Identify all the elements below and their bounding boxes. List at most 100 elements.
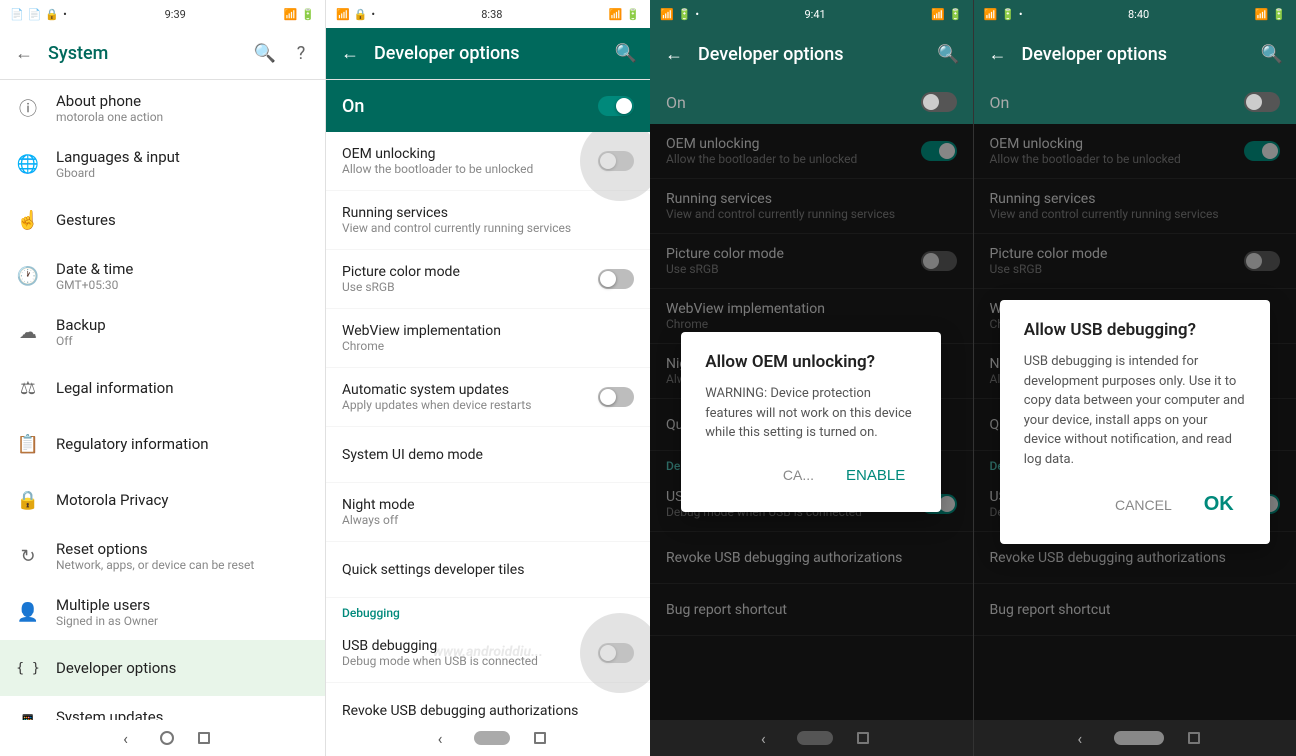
picture-color-item-2[interactable]: Picture color mode Use sRGB bbox=[326, 250, 650, 309]
sidebar-item-gestures[interactable]: ☝ Gestures bbox=[0, 192, 325, 248]
sidebar-item-privacy[interactable]: 🔒 Motorola Privacy bbox=[0, 472, 325, 528]
wifi-icon-2: 📶 bbox=[336, 8, 350, 21]
back-btn-3[interactable]: ← bbox=[662, 42, 686, 66]
home-nav-2[interactable] bbox=[474, 731, 510, 745]
notif-icons-4: 📶 🔋 • bbox=[984, 8, 1023, 21]
backup-subtitle: Off bbox=[56, 334, 309, 348]
running-title-2: Running services bbox=[342, 205, 634, 221]
developer-panel-3: 📶 🔋 • 9:41 📶 🔋 ← Developer options 🔍 On bbox=[650, 0, 973, 756]
home-nav-1[interactable] bbox=[160, 731, 174, 745]
sidebar-item-datetime[interactable]: 🕐 Date & time GMT+05:30 bbox=[0, 248, 325, 304]
back-nav-4[interactable]: ‹ bbox=[1070, 728, 1090, 748]
sidebar-item-about[interactable]: ⓘ About phone motorola one action bbox=[0, 80, 325, 136]
back-button-1[interactable]: ← bbox=[12, 42, 36, 66]
picture-toggle-2[interactable] bbox=[598, 269, 634, 289]
system-ui-item-2[interactable]: System UI demo mode bbox=[326, 427, 650, 483]
sidebar-item-developer[interactable]: { } Developer options bbox=[0, 640, 325, 696]
dev-title-4: Developer options bbox=[1022, 44, 1249, 65]
usb-debug-item-2[interactable]: USB debugging Debug mode when USB is con… bbox=[326, 624, 650, 683]
dialog-body-4: USB debugging is intended for developmen… bbox=[1024, 352, 1246, 469]
time-2: 8:38 bbox=[481, 8, 502, 21]
back-btn-2[interactable]: ← bbox=[338, 42, 362, 66]
dev-toggle-4[interactable] bbox=[1244, 92, 1280, 112]
about-icon: ⓘ bbox=[16, 96, 40, 120]
battery-icon-3: 🔋 bbox=[678, 8, 692, 21]
recents-nav-1[interactable] bbox=[198, 732, 210, 744]
oem-dialog: Allow OEM unlocking? WARNING: Device pro… bbox=[681, 332, 941, 512]
search-btn-2[interactable]: 🔍 bbox=[614, 42, 638, 66]
dot2-icon: • bbox=[371, 8, 375, 21]
dark-dev-list-4: OEM unlocking Allow the bootloader to be… bbox=[974, 124, 1296, 720]
sidebar-list: ⓘ About phone motorola one action 🌐 Lang… bbox=[0, 80, 325, 720]
auto-updates-item-2[interactable]: Automatic system updates Apply updates w… bbox=[326, 368, 650, 427]
sidebar-item-regulatory[interactable]: 📋 Regulatory information bbox=[0, 416, 325, 472]
quick-settings-title-2: Quick settings developer tiles bbox=[342, 562, 634, 578]
night-mode-title-2: Night mode bbox=[342, 497, 634, 513]
updates-title: System updates bbox=[56, 708, 309, 720]
usb-debug-title-2: USB debugging bbox=[342, 638, 598, 654]
sidebar-item-backup[interactable]: ☁ Backup Off bbox=[0, 304, 325, 360]
help-button[interactable]: ? bbox=[289, 42, 313, 66]
webview-item-2[interactable]: WebView implementation Chrome bbox=[326, 309, 650, 368]
system-panel: 📄 📄 🔒 • 9:39 📶 🔋 ← System 🔍 ? ⓘ About ph… bbox=[0, 0, 325, 756]
wifi4-icon: 📶 bbox=[1255, 8, 1269, 21]
sidebar-item-system-updates[interactable]: 📱 System updates Updated to Android 9 bbox=[0, 696, 325, 720]
recents-nav-2[interactable] bbox=[534, 732, 546, 744]
recents-nav-3[interactable] bbox=[857, 732, 869, 744]
quick-settings-item-2[interactable]: Quick settings developer tiles bbox=[326, 542, 650, 598]
cancel-btn-4[interactable]: Cancel bbox=[1103, 485, 1184, 524]
battery-icon-4: 🔋 bbox=[1001, 8, 1015, 21]
sidebar-item-legal[interactable]: ⚖ Legal information bbox=[0, 360, 325, 416]
about-title: About phone bbox=[56, 92, 309, 110]
auto-toggle-2[interactable] bbox=[598, 387, 634, 407]
on-row-2: On bbox=[326, 80, 650, 132]
nav-bar-3: ‹ bbox=[650, 720, 973, 756]
sys-icons-4: 📶 🔋 bbox=[1255, 8, 1286, 21]
privacy-title: Motorola Privacy bbox=[56, 491, 309, 509]
battery4-icon: 🔋 bbox=[1272, 8, 1286, 21]
on-label-3: On bbox=[666, 93, 686, 112]
wifi2-icon: 📶 bbox=[609, 8, 623, 21]
dialog-title-3: Allow OEM unlocking? bbox=[705, 352, 917, 372]
running-services-item-2[interactable]: Running services View and control curren… bbox=[326, 191, 650, 250]
search-btn-4[interactable]: 🔍 bbox=[1260, 42, 1284, 66]
home-nav-3[interactable] bbox=[797, 731, 833, 745]
wifi-icon: 📶 bbox=[284, 8, 298, 21]
usb-toggle-2[interactable] bbox=[598, 643, 634, 663]
ok-btn-4[interactable]: OK bbox=[1192, 485, 1246, 524]
dot4-icon: • bbox=[1019, 8, 1023, 21]
languages-subtitle: Gboard bbox=[56, 166, 309, 180]
picture-sub-2: Use sRGB bbox=[342, 280, 598, 294]
datetime-icon: 🕐 bbox=[16, 264, 40, 288]
regulatory-title: Regulatory information bbox=[56, 435, 309, 453]
time-3: 9:41 bbox=[805, 8, 826, 21]
revoke-usb-item-2[interactable]: Revoke USB debugging authorizations bbox=[326, 683, 650, 720]
right-section: 📶 🔋 • 9:41 📶 🔋 ← Developer options 🔍 On bbox=[650, 0, 1296, 756]
oem-unlocking-item-2[interactable]: OEM unlocking Allow the bootloader to be… bbox=[326, 132, 650, 191]
revoke-title-2: Revoke USB debugging authorizations bbox=[342, 703, 634, 719]
back-nav-2[interactable]: ‹ bbox=[430, 728, 450, 748]
dev-toggle-3[interactable] bbox=[921, 92, 957, 112]
dev-title-3: Developer options bbox=[698, 44, 925, 65]
home-nav-4[interactable] bbox=[1114, 731, 1164, 745]
webview-title-2: WebView implementation bbox=[342, 323, 634, 339]
back-nav-3[interactable]: ‹ bbox=[753, 728, 773, 748]
sidebar-item-languages[interactable]: 🌐 Languages & input Gboard bbox=[0, 136, 325, 192]
search-button-1[interactable]: 🔍 bbox=[253, 42, 277, 66]
enable-btn-3[interactable]: Enable bbox=[834, 459, 917, 492]
search-btn-3[interactable]: 🔍 bbox=[937, 42, 961, 66]
wifi-icon-3: 📶 bbox=[660, 8, 674, 21]
cancel-btn-3[interactable]: Ca... bbox=[771, 459, 826, 492]
regulatory-icon: 📋 bbox=[16, 432, 40, 456]
back-nav-1[interactable]: ‹ bbox=[116, 728, 136, 748]
oem-toggle-2[interactable] bbox=[598, 151, 634, 171]
sidebar-item-users[interactable]: 👤 Multiple users Signed in as Owner bbox=[0, 584, 325, 640]
recents-nav-4[interactable] bbox=[1188, 732, 1200, 744]
dev-toggle-2[interactable] bbox=[598, 96, 634, 116]
on-row-3: On bbox=[650, 80, 973, 124]
night-mode-item-2[interactable]: Night mode Always off bbox=[326, 483, 650, 542]
system-icons-1: 📶 🔋 bbox=[284, 8, 315, 21]
back-btn-4[interactable]: ← bbox=[986, 42, 1010, 66]
auto-updates-sub-2: Apply updates when device restarts bbox=[342, 398, 598, 412]
sidebar-item-reset[interactable]: ↻ Reset options Network, apps, or device… bbox=[0, 528, 325, 584]
